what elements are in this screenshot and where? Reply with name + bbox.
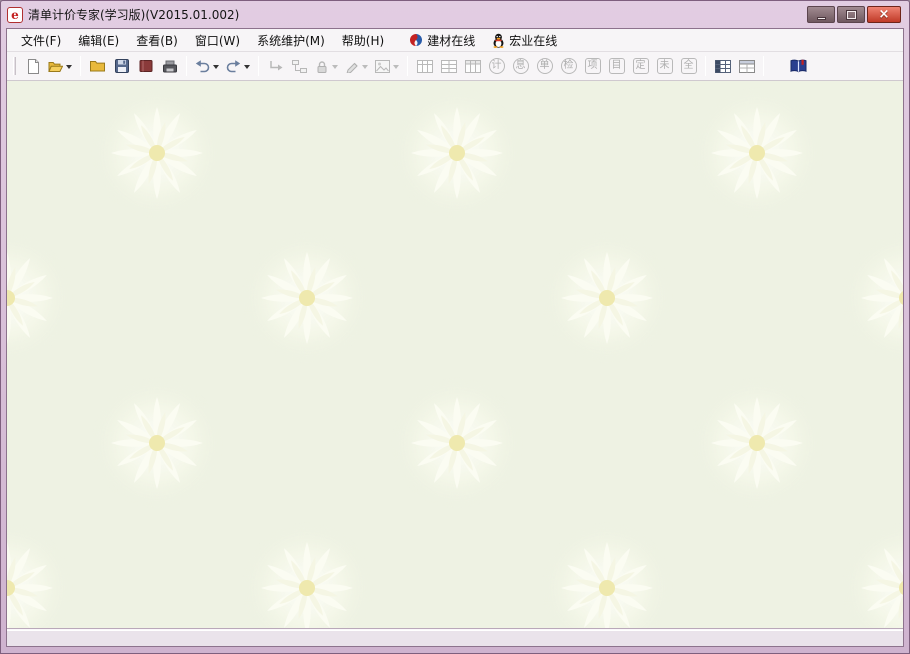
jiancai-online-link[interactable]: 建材在线	[409, 32, 475, 49]
quota-button[interactable]: 定	[629, 55, 652, 78]
item-button[interactable]: 目	[605, 55, 628, 78]
table-grid-icon	[417, 60, 433, 73]
close-project-button[interactable]	[86, 55, 109, 78]
jiancai-online-label: 建材在线	[427, 32, 475, 49]
redo-icon	[226, 60, 241, 73]
check-button[interactable]: 检	[557, 55, 580, 78]
form-view-button[interactable]	[735, 55, 758, 78]
window-title: 清单计价专家(学习版)(V2015.01.002)	[28, 6, 239, 23]
toolbar-separator	[258, 56, 259, 76]
sheet-2-button[interactable]	[437, 55, 460, 78]
open-file-button[interactable]	[45, 55, 75, 78]
table-view-button[interactable]	[711, 55, 734, 78]
minimize-icon	[817, 17, 826, 20]
calc-button[interactable]: 计	[485, 55, 508, 78]
folder-icon	[90, 60, 105, 72]
qq-penguin-icon	[492, 33, 505, 48]
printer-icon	[163, 60, 177, 73]
bill-circle-icon: 单	[537, 58, 553, 74]
edit-dropdown-caret	[362, 65, 368, 72]
bent-arrow-icon	[268, 60, 283, 72]
menu-edit[interactable]: 编辑(E)	[70, 29, 127, 52]
redo-button[interactable]	[223, 55, 253, 78]
open-dropdown-caret	[66, 65, 72, 72]
item-box-icon: 目	[609, 58, 625, 74]
table-grid-icon	[465, 60, 481, 73]
project-box-icon: 项	[585, 58, 601, 74]
tree-icon	[292, 60, 307, 73]
toolbar-separator	[186, 56, 187, 76]
check-circle-icon: 检	[561, 58, 577, 74]
window-inner-frame: 文件(F) 编辑(E) 查看(B) 窗口(W) 系统维护(M) 帮助(H) 建材…	[6, 28, 904, 647]
toolbar-separator	[705, 56, 706, 76]
edit-button[interactable]	[342, 55, 371, 78]
hongye-online-label: 宏业在线	[509, 32, 557, 49]
toolbar-separator	[763, 56, 764, 76]
lock-icon	[315, 60, 329, 73]
title-bar: e 清单计价专家(学习版)(V2015.01.002) ×	[1, 1, 909, 28]
minimize-button[interactable]	[807, 6, 835, 23]
help-button[interactable]	[787, 55, 810, 78]
undo-button[interactable]	[192, 55, 222, 78]
undo-dropdown-caret	[213, 65, 219, 72]
project-button[interactable]: 项	[581, 55, 604, 78]
maximize-button[interactable]	[837, 6, 865, 23]
image-dropdown-caret	[393, 65, 399, 72]
image-button[interactable]	[372, 55, 402, 78]
lock-dropdown-caret	[332, 65, 338, 72]
notebook-icon	[139, 59, 153, 73]
app-icon: e	[7, 7, 23, 23]
bill-button[interactable]: 单	[533, 55, 556, 78]
status-bar	[7, 629, 903, 646]
all-button[interactable]: 全	[677, 55, 700, 78]
toolbar-grip[interactable]	[13, 57, 16, 75]
goto-button[interactable]	[264, 55, 287, 78]
lock-button[interactable]	[312, 55, 341, 78]
toolbar-separator	[407, 56, 408, 76]
save-icon	[115, 59, 129, 73]
calc-circle-icon: 计	[489, 58, 505, 74]
jiancai-logo-icon	[409, 33, 423, 47]
redo-dropdown-caret	[244, 65, 250, 72]
maximize-icon	[847, 11, 856, 19]
tree-view-button[interactable]	[288, 55, 311, 78]
undo-icon	[195, 60, 210, 73]
notebook-button[interactable]	[134, 55, 157, 78]
interest-button[interactable]: 息	[509, 55, 532, 78]
menu-file[interactable]: 文件(F)	[13, 29, 69, 52]
hongye-online-link[interactable]: 宏业在线	[492, 32, 557, 49]
app-window: e 清单计价专家(学习版)(V2015.01.002) × 文件(F) 编辑(E…	[0, 0, 910, 654]
unpriced-box-icon: 未	[657, 58, 673, 74]
table-view-icon	[715, 60, 731, 73]
unpriced-button[interactable]: 未	[653, 55, 676, 78]
image-icon	[375, 60, 390, 73]
form-view-icon	[739, 60, 755, 73]
close-button[interactable]: ×	[867, 6, 901, 23]
quota-box-icon: 定	[633, 58, 649, 74]
menu-view[interactable]: 查看(B)	[128, 29, 186, 52]
flower-wallpaper	[7, 81, 903, 628]
all-box-icon: 全	[681, 58, 697, 74]
pen-icon	[345, 60, 359, 73]
close-icon: ×	[879, 8, 890, 21]
menu-system-maintenance[interactable]: 系统维护(M)	[249, 29, 333, 52]
new-file-icon	[26, 59, 40, 74]
toolbar-separator	[80, 56, 81, 76]
interest-circle-icon: 息	[513, 58, 529, 74]
print-button[interactable]	[158, 55, 181, 78]
window-controls: ×	[807, 6, 903, 23]
help-book-icon	[790, 59, 807, 73]
open-folder-icon	[48, 60, 63, 73]
new-file-button[interactable]	[21, 55, 44, 78]
menu-help[interactable]: 帮助(H)	[334, 29, 392, 52]
sheet-1-button[interactable]	[413, 55, 436, 78]
menu-bar: 文件(F) 编辑(E) 查看(B) 窗口(W) 系统维护(M) 帮助(H) 建材…	[7, 29, 903, 52]
menu-window[interactable]: 窗口(W)	[187, 29, 248, 52]
table-grid-icon	[441, 60, 457, 73]
save-button[interactable]	[110, 55, 133, 78]
toolbar: 计 息 单 检 项 目 定 未 全	[7, 52, 903, 81]
workspace	[7, 81, 903, 629]
sheet-3-button[interactable]	[461, 55, 484, 78]
